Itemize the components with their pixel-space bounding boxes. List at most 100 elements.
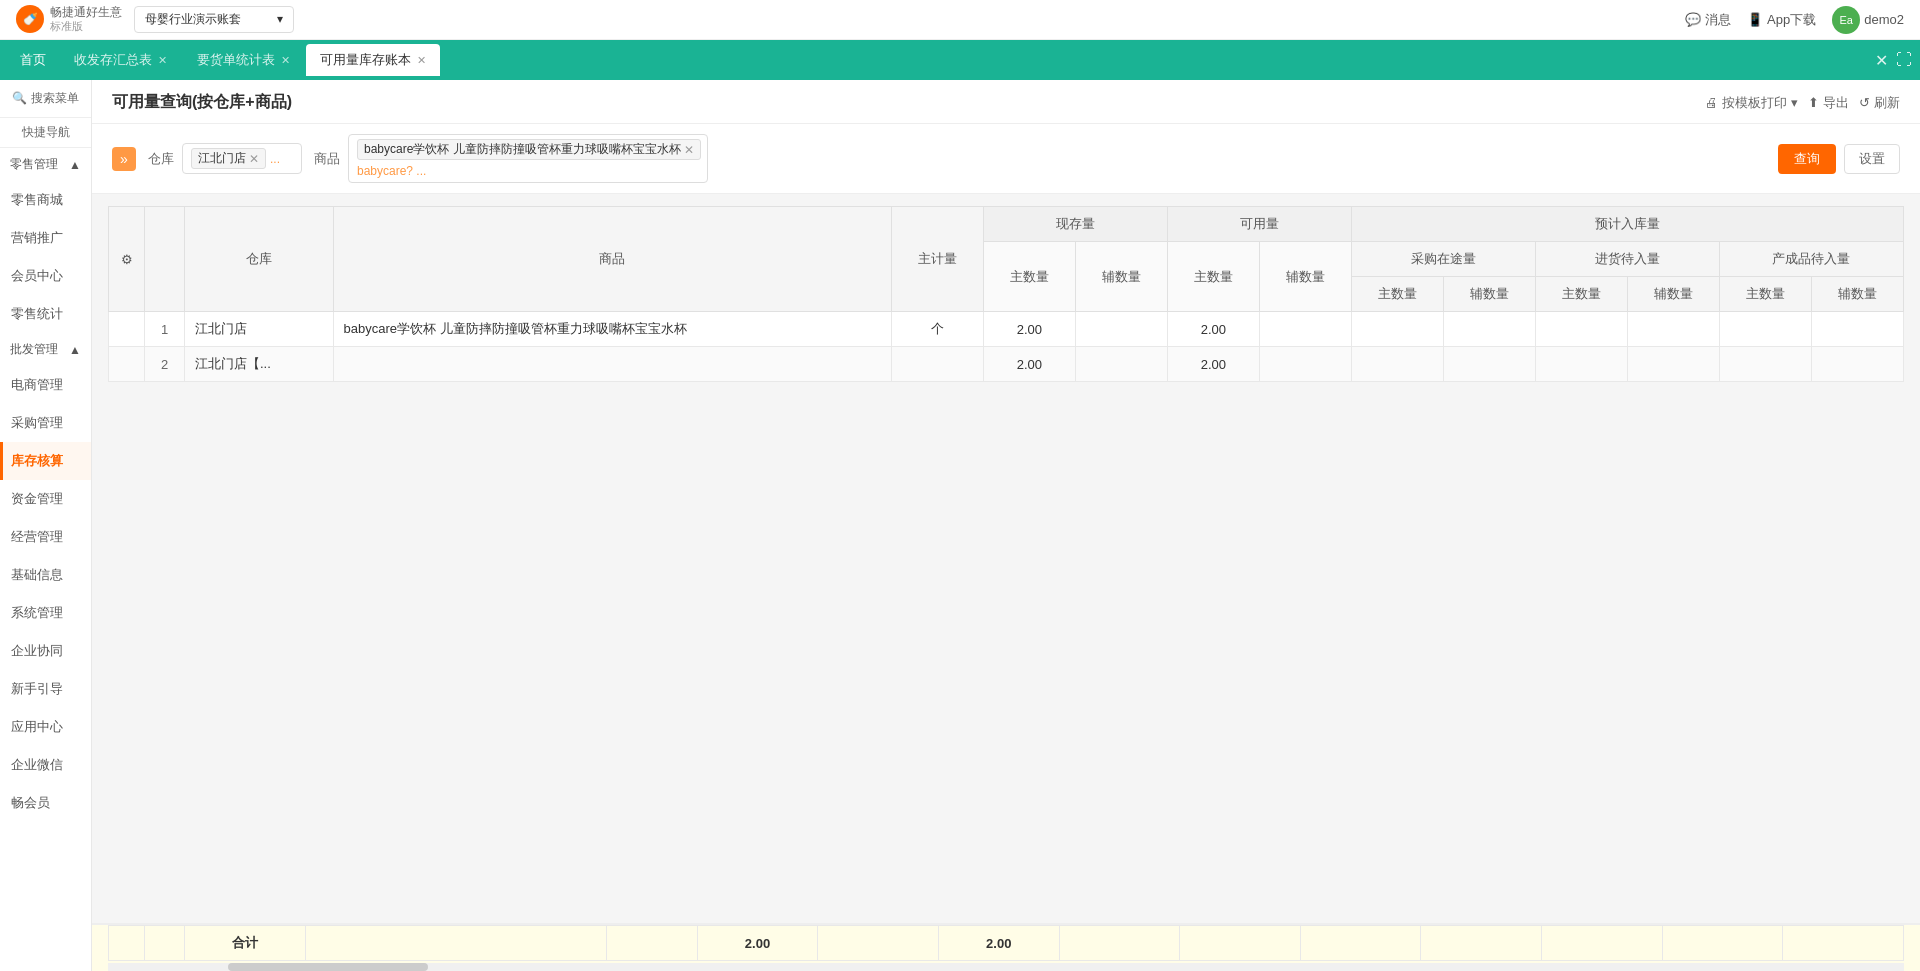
product-tag-input[interactable]: babycare学饮杯 儿童防摔防撞吸管杯重力球吸嘴杯宝宝水杯 ✕ babyca… bbox=[348, 134, 708, 183]
th-current-main: 主数量 bbox=[983, 242, 1075, 312]
remove-warehouse-tag-0[interactable]: ✕ bbox=[249, 152, 259, 166]
row-finished-aux bbox=[1811, 312, 1903, 347]
close-tab-0[interactable]: ✕ bbox=[158, 54, 167, 67]
product-more[interactable]: babycare? ... bbox=[357, 164, 426, 178]
th-gear[interactable]: ⚙ bbox=[109, 207, 145, 312]
row-avail-aux bbox=[1259, 312, 1351, 347]
row-purchase-main bbox=[1351, 347, 1443, 382]
row-unit bbox=[891, 347, 983, 382]
row-avail-aux bbox=[1259, 347, 1351, 382]
row-current-aux bbox=[1075, 312, 1167, 347]
fullscreen-icon[interactable]: ⛶ bbox=[1896, 51, 1912, 69]
warehouse-filter-group: 仓库 江北门店 ✕ ... bbox=[148, 143, 302, 174]
top-bar-left: 🍼 畅捷通好生意 标准版 母婴行业演示账套 ▾ bbox=[16, 5, 294, 34]
footer-available-main: 2.00 bbox=[938, 926, 1059, 961]
export-button[interactable]: ⬆ 导出 bbox=[1808, 94, 1849, 112]
page-header: 可用量查询(按仓库+商品) 🖨 按模板打印 ▾ ⬆ 导出 ↺ 刷新 bbox=[92, 80, 1920, 124]
nav-tabs-right: ✕ ⛶ bbox=[1875, 51, 1912, 70]
footer-current-main: 2.00 bbox=[697, 926, 818, 961]
row-purchase-aux bbox=[1443, 312, 1535, 347]
user-avatar-action[interactable]: Ea demo2 bbox=[1832, 6, 1904, 34]
tab-要货单统计表[interactable]: 要货单统计表 ✕ bbox=[183, 44, 304, 76]
refresh-icon: ↺ bbox=[1859, 95, 1870, 110]
main-layout: 🔍 搜索菜单 快捷导航 零售管理 ▲ 零售商城 营销推广 会员中心 零售统计 批… bbox=[0, 80, 1920, 971]
table-body: 1 江北门店 babycare学饮杯 儿童防摔防撞吸管杯重力球吸嘴杯宝宝水杯 个… bbox=[109, 312, 1904, 382]
th-fp-aux: 辅数量 bbox=[1811, 277, 1903, 312]
sidebar-item-资金管理[interactable]: 资金管理 bbox=[0, 480, 91, 518]
sidebar-item-新手引导[interactable]: 新手引导 bbox=[0, 670, 91, 708]
avatar: Ea bbox=[1832, 6, 1860, 34]
warehouse-label: 仓库 bbox=[148, 150, 174, 168]
sidebar-quick-nav[interactable]: 快捷导航 bbox=[0, 118, 91, 148]
row-current-aux bbox=[1075, 347, 1167, 382]
th-rownum bbox=[145, 207, 185, 312]
table-container[interactable]: ⚙ 仓库 商品 主计量 现存量 可用量 预计入库量 主数量 辅数量 主数量 辅数… bbox=[92, 194, 1920, 923]
page-title-row: 可用量查询(按仓库+商品) 🖨 按模板打印 ▾ ⬆ 导出 ↺ 刷新 bbox=[112, 92, 1900, 123]
row-num: 1 bbox=[145, 312, 185, 347]
table-row: 1 江北门店 babycare学饮杯 儿童防摔防撞吸管杯重力球吸嘴杯宝宝水杯 个… bbox=[109, 312, 1904, 347]
sidebar-item-库存核算[interactable]: 库存核算 bbox=[0, 442, 91, 480]
th-current-stock: 现存量 bbox=[983, 207, 1167, 242]
logo-text: 畅捷通好生意 标准版 bbox=[50, 5, 122, 34]
industry-selector[interactable]: 母婴行业演示账套 ▾ bbox=[134, 6, 294, 33]
message-action[interactable]: 💬 消息 bbox=[1685, 11, 1731, 29]
settings-button[interactable]: 设置 bbox=[1844, 144, 1900, 174]
sidebar-item-营销推广[interactable]: 营销推广 bbox=[0, 219, 91, 257]
message-icon: 💬 bbox=[1685, 12, 1701, 27]
table-row: 2 江北门店【... 2.00 2.00 bbox=[109, 347, 1904, 382]
row-gear bbox=[109, 347, 145, 382]
row-avail-main: 2.00 bbox=[1167, 347, 1259, 382]
row-gear bbox=[109, 312, 145, 347]
row-purchase-main bbox=[1351, 312, 1443, 347]
sidebar-item-畅会员[interactable]: 畅会员 bbox=[0, 784, 91, 822]
product-label: 商品 bbox=[314, 150, 340, 168]
sidebar-item-系统管理[interactable]: 系统管理 bbox=[0, 594, 91, 632]
sidebar-search[interactable]: 🔍 搜索菜单 bbox=[0, 80, 91, 118]
tab-可用量库存账本[interactable]: 可用量库存账本 ✕ bbox=[306, 44, 440, 76]
row-finished-aux bbox=[1811, 347, 1903, 382]
filter-expand-button[interactable]: » bbox=[112, 147, 136, 171]
refresh-button[interactable]: ↺ 刷新 bbox=[1859, 94, 1900, 112]
nav-tabs: 首页 收发存汇总表 ✕ 要货单统计表 ✕ 可用量库存账本 ✕ ✕ ⛶ bbox=[0, 40, 1920, 80]
sidebar-item-电商管理[interactable]: 电商管理 bbox=[0, 366, 91, 404]
query-button[interactable]: 查询 bbox=[1778, 144, 1836, 174]
th-current-aux: 辅数量 bbox=[1075, 242, 1167, 312]
product-filter-group: 商品 babycare学饮杯 儿童防摔防撞吸管杯重力球吸嘴杯宝宝水杯 ✕ bab… bbox=[314, 134, 708, 183]
chevron-down-icon: ▾ bbox=[277, 12, 283, 26]
sidebar-item-零售商城[interactable]: 零售商城 bbox=[0, 181, 91, 219]
filter-actions: 查询 设置 bbox=[1778, 144, 1900, 174]
sidebar-item-企业协同[interactable]: 企业协同 bbox=[0, 632, 91, 670]
close-tab-2[interactable]: ✕ bbox=[417, 54, 426, 67]
row-finished-main bbox=[1719, 312, 1811, 347]
mobile-icon: 📱 bbox=[1747, 12, 1763, 27]
sidebar-item-经营管理[interactable]: 经营管理 bbox=[0, 518, 91, 556]
remove-product-tag-0[interactable]: ✕ bbox=[684, 143, 694, 157]
close-all-tabs-icon[interactable]: ✕ bbox=[1875, 51, 1888, 70]
close-tab-1[interactable]: ✕ bbox=[281, 54, 290, 67]
tab-収発存汇总表[interactable]: 收发存汇总表 ✕ bbox=[60, 44, 181, 76]
row-num: 2 bbox=[145, 347, 185, 382]
sidebar-item-采购管理[interactable]: 采购管理 bbox=[0, 404, 91, 442]
sidebar-item-应用中心[interactable]: 应用中心 bbox=[0, 708, 91, 746]
th-avail-aux: 辅数量 bbox=[1259, 242, 1351, 312]
sidebar-item-基础信息[interactable]: 基础信息 bbox=[0, 556, 91, 594]
sidebar-item-零售管理[interactable]: 零售管理 ▲ bbox=[0, 148, 91, 181]
warehouse-tag-input[interactable]: 江北门店 ✕ ... bbox=[182, 143, 302, 174]
sidebar: 🔍 搜索菜单 快捷导航 零售管理 ▲ 零售商城 营销推广 会员中心 零售统计 批… bbox=[0, 80, 92, 971]
row-incoming-main bbox=[1535, 347, 1627, 382]
sidebar-item-会员中心[interactable]: 会员中心 bbox=[0, 257, 91, 295]
th-warehouse: 仓库 bbox=[185, 207, 334, 312]
warehouse-more[interactable]: ... bbox=[270, 152, 280, 166]
filter-bar: » 仓库 江北门店 ✕ ... 商品 babycare学饮杯 儿童防摔防撞吸管杯… bbox=[92, 124, 1920, 194]
row-avail-main: 2.00 bbox=[1167, 312, 1259, 347]
sidebar-item-企业微信[interactable]: 企业微信 bbox=[0, 746, 91, 784]
app-download-action[interactable]: 📱 App下载 bbox=[1747, 11, 1816, 29]
th-pt-main: 主数量 bbox=[1351, 277, 1443, 312]
sidebar-item-批发管理[interactable]: 批发管理 ▲ bbox=[0, 333, 91, 366]
th-pp-main: 主数量 bbox=[1535, 277, 1627, 312]
page-actions: 🖨 按模板打印 ▾ ⬆ 导出 ↺ 刷新 bbox=[1705, 94, 1900, 112]
row-current-main: 2.00 bbox=[983, 347, 1075, 382]
print-button[interactable]: 🖨 按模板打印 ▾ bbox=[1705, 94, 1798, 112]
tab-home[interactable]: 首页 bbox=[8, 44, 58, 76]
sidebar-item-零售统计[interactable]: 零售统计 bbox=[0, 295, 91, 333]
